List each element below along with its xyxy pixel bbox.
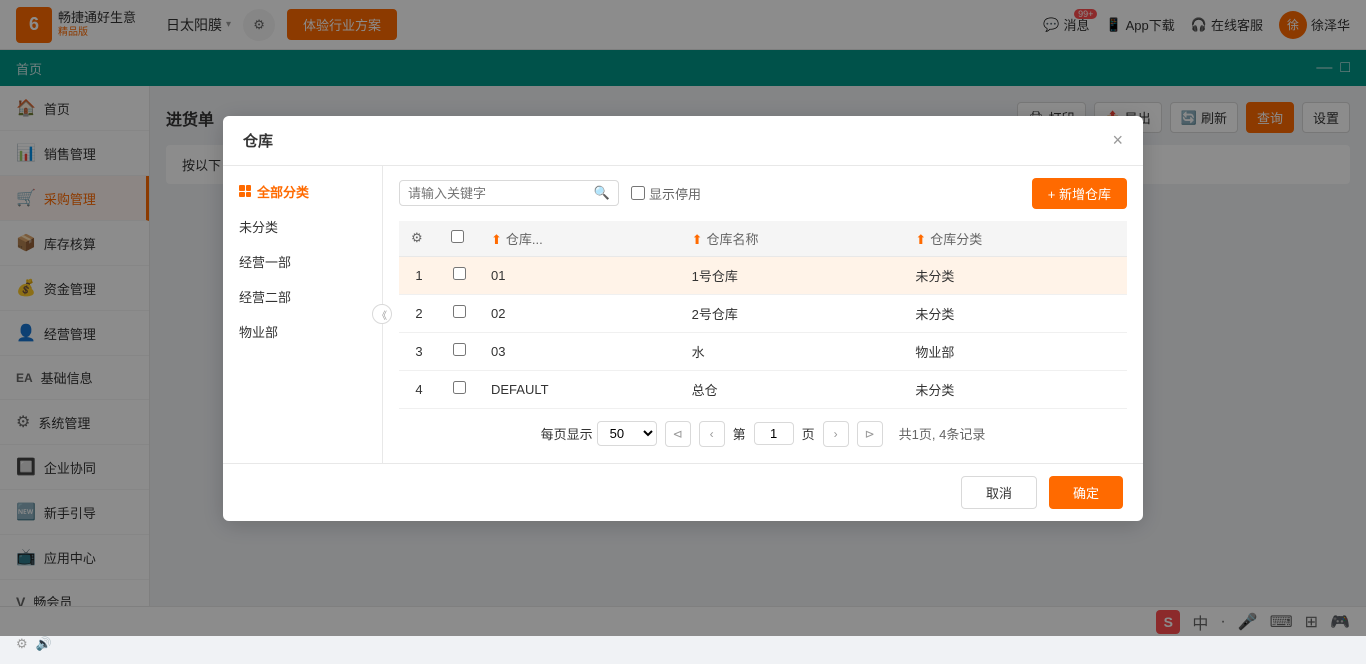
row-num-3: 3 xyxy=(399,332,439,370)
search-box: 🔍 xyxy=(399,180,619,206)
search-input[interactable] xyxy=(408,186,588,201)
row-check-3 xyxy=(439,332,479,370)
row-check-1 xyxy=(439,256,479,294)
show-disabled-label: 显示停用 xyxy=(649,184,701,203)
row-check-4 xyxy=(439,370,479,408)
page-size-select: 每页显示 50 100 200 xyxy=(541,421,657,446)
warehouse-table: ⚙ ⬆仓库... ⬆仓库名称 ⬆仓库分类 1 xyxy=(399,221,1127,409)
sidebar-sound-icon[interactable]: 🔊 xyxy=(36,636,52,652)
pagination: 每页显示 50 100 200 ⊲ ‹ 第 页 › ⊳ 共1页, 4条记录 xyxy=(399,409,1127,451)
th-name: ⬆仓库名称 xyxy=(680,221,904,257)
row-num-2: 2 xyxy=(399,294,439,332)
category-item-dept1[interactable]: 经营一部 xyxy=(223,244,382,279)
th-category: ⬆仓库分类 xyxy=(903,221,1127,257)
th-code: ⬆仓库... xyxy=(479,221,680,257)
modal-footer: 取消 确定 xyxy=(223,463,1143,521)
modal-title: 仓库 xyxy=(243,130,273,151)
table-head: ⚙ ⬆仓库... ⬆仓库名称 ⬆仓库分类 xyxy=(399,221,1127,257)
close-icon[interactable]: × xyxy=(1112,130,1123,151)
table-toolbar: 🔍 显示停用 + 新增仓库 xyxy=(399,178,1127,209)
category-header-label: 全部分类 xyxy=(257,182,309,201)
category-panel: 全部分类 《 未分类 经营一部 经营二部 物业部 xyxy=(223,166,383,463)
prev-page-button[interactable]: ‹ xyxy=(699,421,725,447)
table-container: ⚙ ⬆仓库... ⬆仓库名称 ⬆仓库分类 1 xyxy=(399,221,1127,409)
category-item-dept2[interactable]: 经营二部 xyxy=(223,279,382,314)
table-header-row: ⚙ ⬆仓库... ⬆仓库名称 ⬆仓库分类 xyxy=(399,221,1127,257)
category-item-property[interactable]: 物业部 xyxy=(223,314,382,349)
row-code-3: 03 xyxy=(479,332,680,370)
first-page-button[interactable]: ⊲ xyxy=(665,421,691,447)
sidebar-settings-icon[interactable]: ⚙ xyxy=(16,636,28,652)
page-suffix: 页 xyxy=(802,424,815,443)
per-page-label: 每页显示 xyxy=(541,424,593,443)
th-settings: ⚙ xyxy=(399,221,439,257)
confirm-button[interactable]: 确定 xyxy=(1049,476,1123,509)
per-page-dropdown[interactable]: 50 100 200 xyxy=(597,421,657,446)
row-code-2: 02 xyxy=(479,294,680,332)
row-name-2: 2号仓库 xyxy=(680,294,904,332)
next-page-button[interactable]: › xyxy=(823,421,849,447)
cancel-button[interactable]: 取消 xyxy=(961,476,1037,509)
show-disabled-checkbox[interactable] xyxy=(631,186,645,200)
row-name-1: 1号仓库 xyxy=(680,256,904,294)
row-code-1: 01 xyxy=(479,256,680,294)
table-panel: 🔍 显示停用 + 新增仓库 ⚙ xyxy=(383,166,1143,463)
page-label: 第 xyxy=(733,424,746,443)
row-code-4: DEFAULT xyxy=(479,370,680,408)
search-icon: 🔍 xyxy=(594,185,610,201)
row-checkbox-4[interactable] xyxy=(453,381,466,394)
row-checkbox-2[interactable] xyxy=(453,305,466,318)
row-category-1: 未分类 xyxy=(903,256,1127,294)
table-body: 1 01 1号仓库 未分类 2 xyxy=(399,256,1127,408)
warehouse-modal: 仓库 × 全部分类 《 未分类 经营一部 经营二部 物业部 xyxy=(223,116,1143,521)
row-check-2 xyxy=(439,294,479,332)
modal-overlay: 仓库 × 全部分类 《 未分类 经营一部 经营二部 物业部 xyxy=(0,0,1366,636)
total-info: 共1页, 4条记录 xyxy=(899,424,986,443)
table-row[interactable]: 2 02 2号仓库 未分类 xyxy=(399,294,1127,332)
row-category-3: 物业部 xyxy=(903,332,1127,370)
row-category-4: 未分类 xyxy=(903,370,1127,408)
category-item-unclassified[interactable]: 未分类 xyxy=(223,209,382,244)
collapse-button[interactable]: 《 xyxy=(372,304,392,324)
modal-body: 全部分类 《 未分类 经营一部 经营二部 物业部 🔍 xyxy=(223,166,1143,463)
row-num-1: 1 xyxy=(399,256,439,294)
last-page-button[interactable]: ⊳ xyxy=(857,421,883,447)
row-num-4: 4 xyxy=(399,370,439,408)
modal-header: 仓库 × xyxy=(223,116,1143,166)
th-checkbox xyxy=(439,221,479,257)
row-name-3: 水 xyxy=(680,332,904,370)
row-name-4: 总仓 xyxy=(680,370,904,408)
row-checkbox-1[interactable] xyxy=(453,267,466,280)
page-input[interactable] xyxy=(754,422,794,445)
row-category-2: 未分类 xyxy=(903,294,1127,332)
table-row[interactable]: 4 DEFAULT 总仓 未分类 xyxy=(399,370,1127,408)
select-all-checkbox[interactable] xyxy=(451,230,464,243)
row-checkbox-3[interactable] xyxy=(453,343,466,356)
show-disabled-group: 显示停用 xyxy=(631,184,701,203)
grid-icon xyxy=(239,185,251,197)
collapse-icon: 《 xyxy=(377,307,387,322)
add-warehouse-button[interactable]: + 新增仓库 xyxy=(1032,178,1127,209)
table-row[interactable]: 3 03 水 物业部 xyxy=(399,332,1127,370)
category-header[interactable]: 全部分类 xyxy=(223,174,382,209)
table-row[interactable]: 1 01 1号仓库 未分类 xyxy=(399,256,1127,294)
